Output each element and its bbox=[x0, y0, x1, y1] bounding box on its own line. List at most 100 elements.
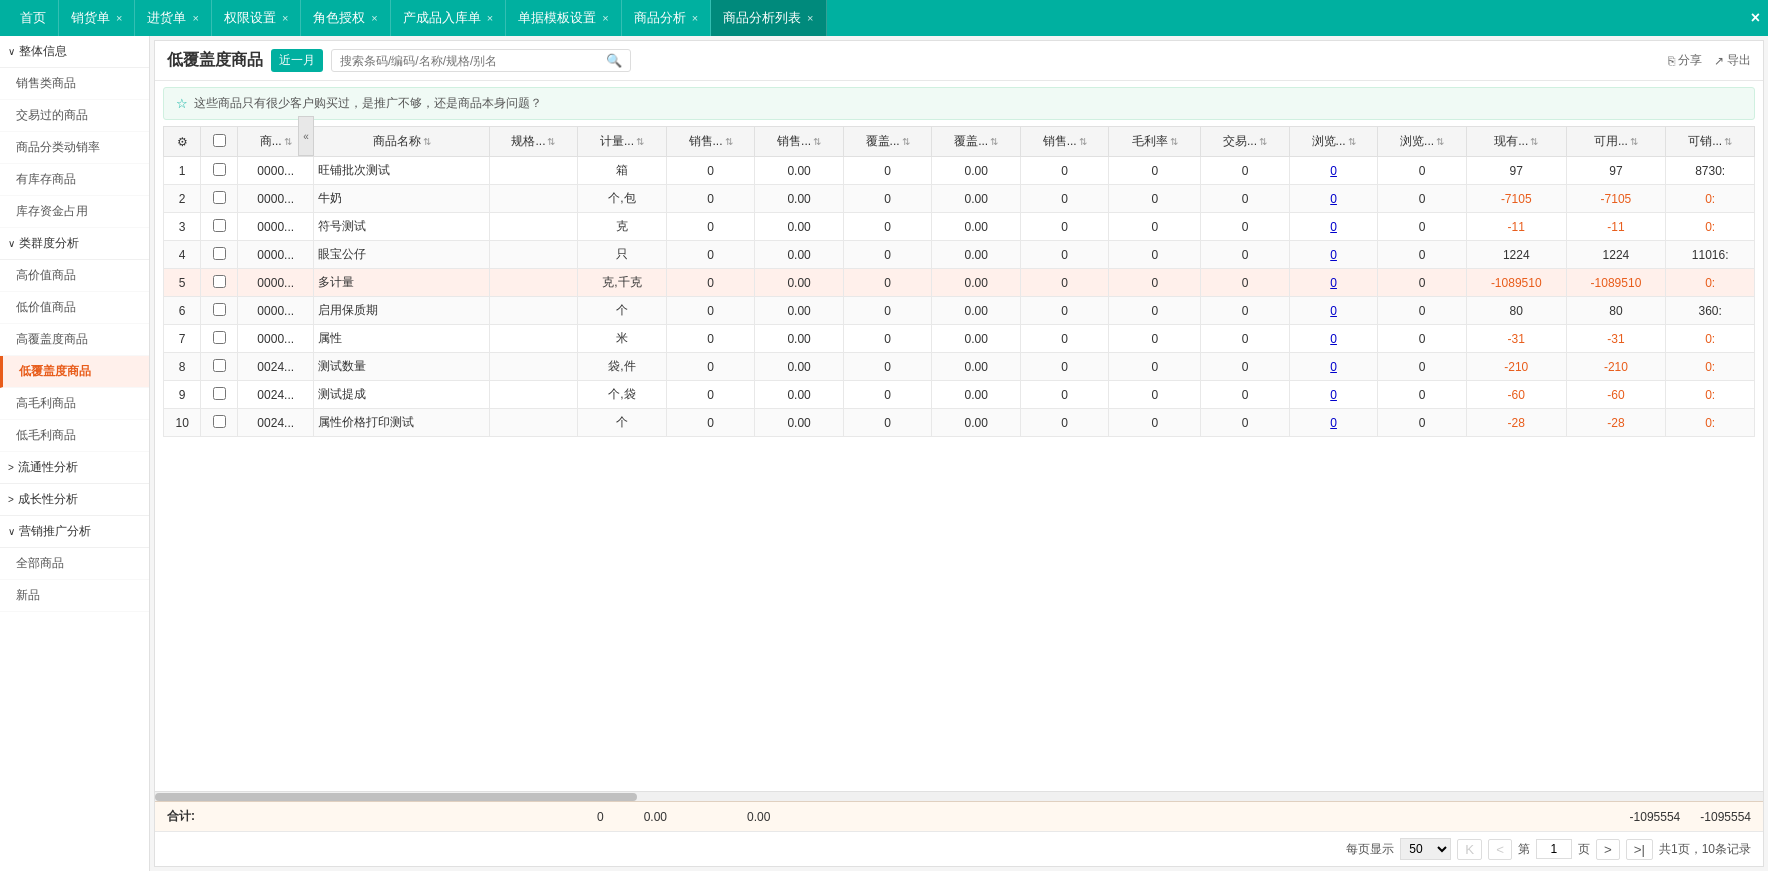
content-area: 低覆盖度商品 近一月 🔍 ⎘ 分享 ↗ 导出 ☆ 这些商品只有很少客户购买 bbox=[154, 40, 1764, 867]
next-page-button[interactable]: > bbox=[1596, 839, 1620, 860]
nav-tab-template[interactable]: 单据模板设置 × bbox=[506, 0, 621, 36]
row-browse1[interactable]: 0 bbox=[1289, 381, 1378, 409]
prev-page-button[interactable]: < bbox=[1488, 839, 1512, 860]
row-browse2: 0 bbox=[1378, 297, 1467, 325]
sidebar-item-high-value[interactable]: 高价值商品 bbox=[0, 260, 149, 292]
row-stock3: 11016: bbox=[1666, 241, 1755, 269]
row-unit: 个 bbox=[578, 297, 667, 325]
row-name[interactable]: 属性 bbox=[314, 325, 489, 353]
row-name[interactable]: 眼宝公仔 bbox=[314, 241, 489, 269]
sidebar-item-new-goods[interactable]: 新品 bbox=[0, 580, 149, 612]
row-browse1[interactable]: 0 bbox=[1289, 353, 1378, 381]
share-button[interactable]: ⎘ 分享 bbox=[1668, 52, 1702, 69]
horizontal-scrollbar[interactable] bbox=[155, 791, 1763, 801]
row-name[interactable]: 旺铺批次测试 bbox=[314, 157, 489, 185]
close-all-button[interactable]: × bbox=[1751, 9, 1760, 27]
select-all-checkbox[interactable] bbox=[213, 134, 226, 147]
col-checkbox[interactable] bbox=[201, 127, 238, 157]
sidebar-group-overall[interactable]: ∨ 整体信息 bbox=[0, 36, 149, 68]
row-sales2: 0.00 bbox=[755, 325, 844, 353]
sidebar-item-stock-goods[interactable]: 有库存商品 bbox=[0, 164, 149, 196]
sidebar-group-growth[interactable]: > 成长性分析 bbox=[0, 484, 149, 516]
row-stock1: -1089510 bbox=[1466, 269, 1566, 297]
sidebar-item-category-rate[interactable]: 商品分类动销率 bbox=[0, 132, 149, 164]
sidebar-group-cluster[interactable]: ∨ 类群度分析 bbox=[0, 228, 149, 260]
row-browse1[interactable]: 0 bbox=[1289, 241, 1378, 269]
sidebar-item-low-value[interactable]: 低价值商品 bbox=[0, 292, 149, 324]
col-gross-rate: 毛利率⇅ bbox=[1109, 127, 1201, 157]
sidebar-group-marketing[interactable]: ∨ 营销推广分析 bbox=[0, 516, 149, 548]
col-unit: 计量...⇅ bbox=[578, 127, 667, 157]
sidebar-collapse-button[interactable]: « bbox=[298, 116, 314, 156]
row-name[interactable]: 属性价格打印测试 bbox=[314, 409, 489, 437]
row-name[interactable]: 牛奶 bbox=[314, 185, 489, 213]
close-icon[interactable]: × bbox=[602, 12, 608, 24]
row-browse1[interactable]: 0 bbox=[1289, 157, 1378, 185]
row-checkbox[interactable] bbox=[201, 269, 238, 297]
sidebar-item-low-margin[interactable]: 低毛利商品 bbox=[0, 420, 149, 452]
row-sales3: 0 bbox=[1020, 269, 1109, 297]
nav-tab-home[interactable]: 首页 bbox=[8, 0, 59, 36]
col-stock3: 可销...⇅ bbox=[1666, 127, 1755, 157]
close-icon[interactable]: × bbox=[692, 12, 698, 24]
nav-tab-purchase[interactable]: 进货单 × bbox=[135, 0, 211, 36]
row-checkbox[interactable] bbox=[201, 185, 238, 213]
row-checkbox[interactable] bbox=[201, 297, 238, 325]
search-input[interactable] bbox=[340, 54, 606, 68]
close-icon[interactable]: × bbox=[371, 12, 377, 24]
row-browse1[interactable]: 0 bbox=[1289, 409, 1378, 437]
row-browse1[interactable]: 0 bbox=[1289, 269, 1378, 297]
row-checkbox[interactable] bbox=[201, 381, 238, 409]
close-icon[interactable]: × bbox=[282, 12, 288, 24]
nav-tab-product-in[interactable]: 产成品入库单 × bbox=[391, 0, 506, 36]
row-checkbox[interactable] bbox=[201, 157, 238, 185]
row-browse2: 0 bbox=[1378, 213, 1467, 241]
row-name[interactable]: 多计量 bbox=[314, 269, 489, 297]
sidebar-item-sales-goods[interactable]: 销售类商品 bbox=[0, 68, 149, 100]
sidebar-group-label: 整体信息 bbox=[19, 43, 67, 60]
close-icon[interactable]: × bbox=[192, 12, 198, 24]
row-checkbox[interactable] bbox=[201, 213, 238, 241]
row-cover1: 0 bbox=[843, 157, 932, 185]
filter-period-button[interactable]: 近一月 bbox=[271, 49, 323, 72]
row-spec bbox=[489, 409, 578, 437]
row-checkbox[interactable] bbox=[201, 409, 238, 437]
row-checkbox[interactable] bbox=[201, 353, 238, 381]
sidebar-item-stock-capital[interactable]: 库存资金占用 bbox=[0, 196, 149, 228]
row-browse1[interactable]: 0 bbox=[1289, 185, 1378, 213]
row-checkbox[interactable] bbox=[201, 325, 238, 353]
nav-tab-analysis[interactable]: 商品分析 × bbox=[622, 0, 711, 36]
scrollbar-thumb[interactable] bbox=[155, 793, 637, 801]
nav-tab-permission[interactable]: 权限设置 × bbox=[212, 0, 301, 36]
table-wrapper[interactable]: ⚙ 商...⇅ 商品名称⇅ 规格...⇅ 计量...⇅ 销售...⇅ 销售...… bbox=[163, 126, 1755, 791]
col-settings[interactable]: ⚙ bbox=[164, 127, 201, 157]
sidebar-item-high-coverage[interactable]: 高覆盖度商品 bbox=[0, 324, 149, 356]
sidebar-group-circulation[interactable]: > 流通性分析 bbox=[0, 452, 149, 484]
row-name[interactable]: 启用保质期 bbox=[314, 297, 489, 325]
sidebar-item-traded-goods[interactable]: 交易过的商品 bbox=[0, 100, 149, 132]
first-page-button[interactable]: K bbox=[1457, 839, 1482, 860]
row-browse1[interactable]: 0 bbox=[1289, 297, 1378, 325]
close-icon[interactable]: × bbox=[807, 12, 813, 24]
row-name[interactable]: 符号测试 bbox=[314, 213, 489, 241]
last-page-button[interactable]: >| bbox=[1626, 839, 1653, 860]
nav-tab-analysis-list[interactable]: 商品分析列表 × bbox=[711, 0, 826, 36]
row-gross-rate: 0 bbox=[1109, 381, 1201, 409]
sidebar-item-low-coverage[interactable]: 低覆盖度商品 bbox=[0, 356, 149, 388]
nav-tab-sales[interactable]: 销货单 × bbox=[59, 0, 135, 36]
row-browse1[interactable]: 0 bbox=[1289, 213, 1378, 241]
page-number-input[interactable] bbox=[1536, 839, 1572, 859]
row-code: 0000... bbox=[238, 157, 314, 185]
per-page-select[interactable]: 50 100 bbox=[1400, 838, 1451, 860]
row-stock1: -11 bbox=[1466, 213, 1566, 241]
sidebar-item-all-goods[interactable]: 全部商品 bbox=[0, 548, 149, 580]
row-checkbox[interactable] bbox=[201, 241, 238, 269]
row-name[interactable]: 测试提成 bbox=[314, 381, 489, 409]
sidebar-item-high-margin[interactable]: 高毛利商品 bbox=[0, 388, 149, 420]
nav-tab-roles[interactable]: 角色授权 × bbox=[301, 0, 390, 36]
row-browse1[interactable]: 0 bbox=[1289, 325, 1378, 353]
close-icon[interactable]: × bbox=[487, 12, 493, 24]
row-name[interactable]: 测试数量 bbox=[314, 353, 489, 381]
close-icon[interactable]: × bbox=[116, 12, 122, 24]
export-button[interactable]: ↗ 导出 bbox=[1714, 52, 1751, 69]
